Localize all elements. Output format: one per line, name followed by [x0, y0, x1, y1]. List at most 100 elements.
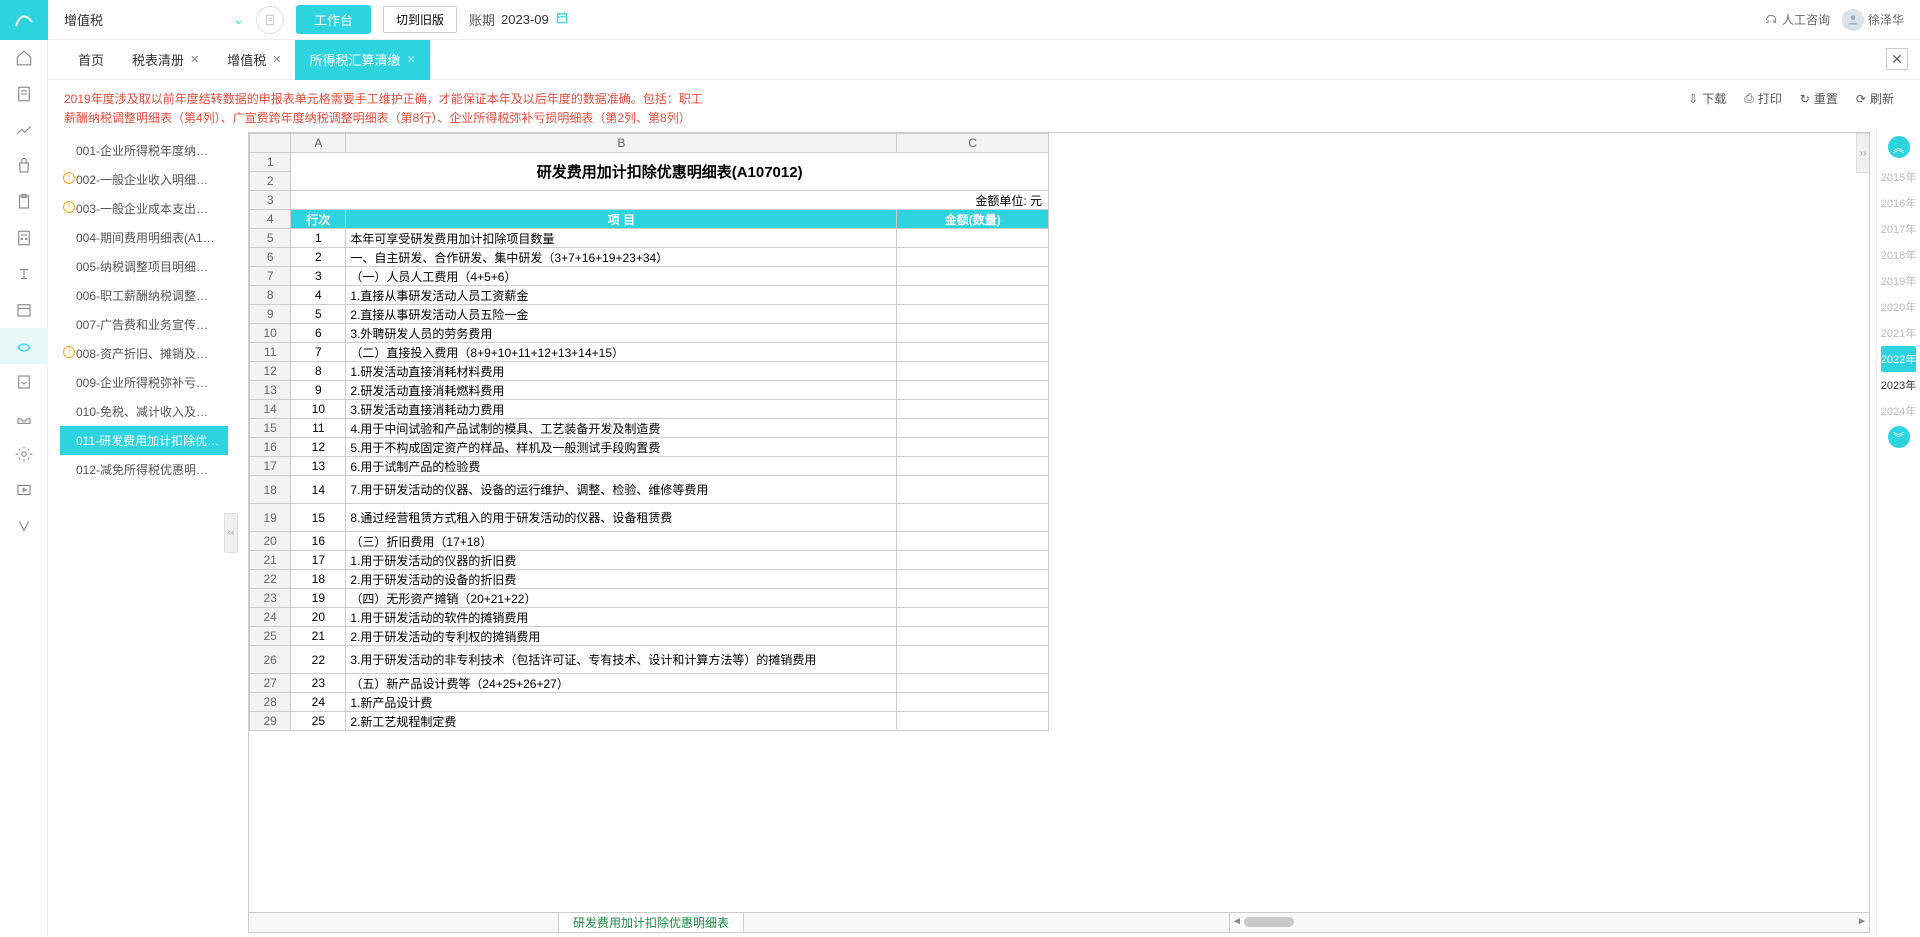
- nav-bag-icon[interactable]: [0, 148, 48, 184]
- value-cell[interactable]: [897, 693, 1049, 712]
- item-cell[interactable]: 7.用于研发活动的仪器、设备的运行维护、调整、检验、维修等费用: [346, 476, 897, 504]
- item-cell[interactable]: 1.直接从事研发活动人员工资薪金: [346, 286, 897, 305]
- tab-0[interactable]: 首页: [64, 40, 118, 80]
- item-cell[interactable]: 2.用于研发活动的专利权的摊销费用: [346, 627, 897, 646]
- form-list-item[interactable]: 008-资产折旧、摊销及纳税...: [60, 339, 228, 368]
- value-cell[interactable]: [897, 551, 1049, 570]
- year-up-button[interactable]: ︽: [1888, 136, 1910, 158]
- value-cell[interactable]: [897, 532, 1049, 551]
- row-header[interactable]: 9: [250, 305, 291, 324]
- row-num-cell[interactable]: 3: [291, 267, 346, 286]
- nav-tax-icon[interactable]: [0, 328, 48, 364]
- form-list-item[interactable]: 007-广告费和业务宣传费跨...: [60, 310, 228, 339]
- row-num-cell[interactable]: 7: [291, 343, 346, 362]
- value-cell[interactable]: [897, 712, 1049, 731]
- year-option[interactable]: 2023年: [1881, 372, 1916, 398]
- row-num-cell[interactable]: 24: [291, 693, 346, 712]
- item-cell[interactable]: 1.研发活动直接消耗材料费用: [346, 362, 897, 381]
- item-cell[interactable]: 8.通过经营租赁方式租入的用于研发活动的仪器、设备租赁费: [346, 504, 897, 532]
- item-cell[interactable]: 本年可享受研发费用加计扣除项目数量: [346, 229, 897, 248]
- item-cell[interactable]: 5.用于不构成固定资产的样品、样机及一般测试手段购置费: [346, 438, 897, 457]
- value-cell[interactable]: [897, 343, 1049, 362]
- value-cell[interactable]: [897, 267, 1049, 286]
- nav-v-icon[interactable]: [0, 508, 48, 544]
- item-cell[interactable]: 3.研发活动直接消耗动力费用: [346, 400, 897, 419]
- col-header-B[interactable]: B: [346, 134, 897, 153]
- row-num-cell[interactable]: 6: [291, 324, 346, 343]
- value-cell[interactable]: [897, 627, 1049, 646]
- close-all-tabs-button[interactable]: ✕: [1886, 48, 1908, 70]
- form-list-item[interactable]: 009-企业所得税弥补亏损明...: [60, 368, 228, 397]
- row-header[interactable]: 25: [250, 627, 291, 646]
- year-option[interactable]: 2017年: [1881, 216, 1916, 242]
- row-header[interactable]: 10: [250, 324, 291, 343]
- row-header[interactable]: 12: [250, 362, 291, 381]
- row-header[interactable]: 14: [250, 400, 291, 419]
- form-list-item[interactable]: 012-减免所得税优惠明细表(...: [60, 455, 228, 484]
- item-cell[interactable]: （五）新产品设计费等（24+25+26+27）: [346, 674, 897, 693]
- row-num-cell[interactable]: 2: [291, 248, 346, 267]
- period-selector[interactable]: 账期 2023-09: [469, 10, 569, 29]
- row-num-cell[interactable]: 25: [291, 712, 346, 731]
- row-header[interactable]: 18: [250, 476, 291, 504]
- row-header[interactable]: 27: [250, 674, 291, 693]
- year-option[interactable]: 2019年: [1881, 268, 1916, 294]
- row-num-cell[interactable]: 14: [291, 476, 346, 504]
- scroll-thumb[interactable]: [1244, 917, 1294, 927]
- nav-calc-icon[interactable]: [0, 220, 48, 256]
- year-option[interactable]: 2015年: [1881, 164, 1916, 190]
- value-cell[interactable]: [897, 504, 1049, 532]
- value-cell[interactable]: [897, 476, 1049, 504]
- nav-video-icon[interactable]: [0, 472, 48, 508]
- row-header[interactable]: 16: [250, 438, 291, 457]
- form-list-item[interactable]: 006-职工薪酬纳税调整明细...: [60, 281, 228, 310]
- item-cell[interactable]: 4.用于中间试验和产品试制的模具、工艺装备开发及制造费: [346, 419, 897, 438]
- value-cell[interactable]: [897, 570, 1049, 589]
- tab-1[interactable]: 税表清册✕: [118, 40, 213, 80]
- row-header[interactable]: 21: [250, 551, 291, 570]
- nav-calendar-icon[interactable]: [0, 292, 48, 328]
- item-cell[interactable]: 3.外聘研发人员的劳务费用: [346, 324, 897, 343]
- close-icon[interactable]: ✕: [407, 53, 416, 66]
- row-num-cell[interactable]: 13: [291, 457, 346, 476]
- row-header[interactable]: 5: [250, 229, 291, 248]
- row-num-cell[interactable]: 18: [291, 570, 346, 589]
- year-option[interactable]: 2022年: [1881, 346, 1916, 372]
- value-cell[interactable]: [897, 324, 1049, 343]
- item-cell[interactable]: （二）直接投入费用（8+9+10+11+12+13+14+15）: [346, 343, 897, 362]
- value-cell[interactable]: [897, 381, 1049, 400]
- form-list-item[interactable]: 002-一般企业收入明细表(A...: [60, 165, 228, 194]
- nav-chart-icon[interactable]: [0, 112, 48, 148]
- sheet-scroll-area[interactable]: A B C 1 研发费用加计扣除优惠明细表(A107012) 2 3: [249, 133, 1869, 912]
- value-cell[interactable]: [897, 438, 1049, 457]
- row-header[interactable]: 6: [250, 248, 291, 267]
- scroll-right-icon[interactable]: ►: [1857, 916, 1867, 927]
- value-cell[interactable]: [897, 286, 1049, 305]
- download-button[interactable]: ⇩下载: [1688, 90, 1726, 107]
- col-header-C[interactable]: C: [897, 134, 1049, 153]
- value-cell[interactable]: [897, 229, 1049, 248]
- sheet-tab[interactable]: 研发费用加计扣除优惠明细表: [559, 913, 744, 932]
- user-menu[interactable]: 徐泽华: [1842, 9, 1904, 31]
- item-cell[interactable]: 2.直接从事研发活动人员五险一金: [346, 305, 897, 324]
- row-header[interactable]: 19: [250, 504, 291, 532]
- horizontal-scrollbar[interactable]: ◄ ►: [1229, 913, 1869, 932]
- value-cell[interactable]: [897, 419, 1049, 438]
- tab-3[interactable]: 所得税汇算清缴✕: [295, 40, 429, 80]
- year-option[interactable]: 2024年: [1881, 398, 1916, 424]
- row-header[interactable]: 3: [250, 191, 291, 210]
- item-cell[interactable]: （四）无形资产摊销（20+21+22）: [346, 589, 897, 608]
- doc-circle-button[interactable]: [256, 6, 284, 34]
- nav-archive-icon[interactable]: [0, 364, 48, 400]
- print-button[interactable]: ⎙打印: [1744, 90, 1782, 107]
- year-option[interactable]: 2016年: [1881, 190, 1916, 216]
- item-cell[interactable]: 2.研发活动直接消耗燃料费用: [346, 381, 897, 400]
- row-num-cell[interactable]: 20: [291, 608, 346, 627]
- row-num-cell[interactable]: 16: [291, 532, 346, 551]
- collapse-form-list-handle[interactable]: ‹‹: [224, 513, 238, 553]
- org-selector[interactable]: 增值税 ⌄: [64, 10, 244, 29]
- nav-home-icon[interactable]: [0, 40, 48, 76]
- year-option[interactable]: 2021年: [1881, 320, 1916, 346]
- value-cell[interactable]: [897, 646, 1049, 674]
- row-num-cell[interactable]: 5: [291, 305, 346, 324]
